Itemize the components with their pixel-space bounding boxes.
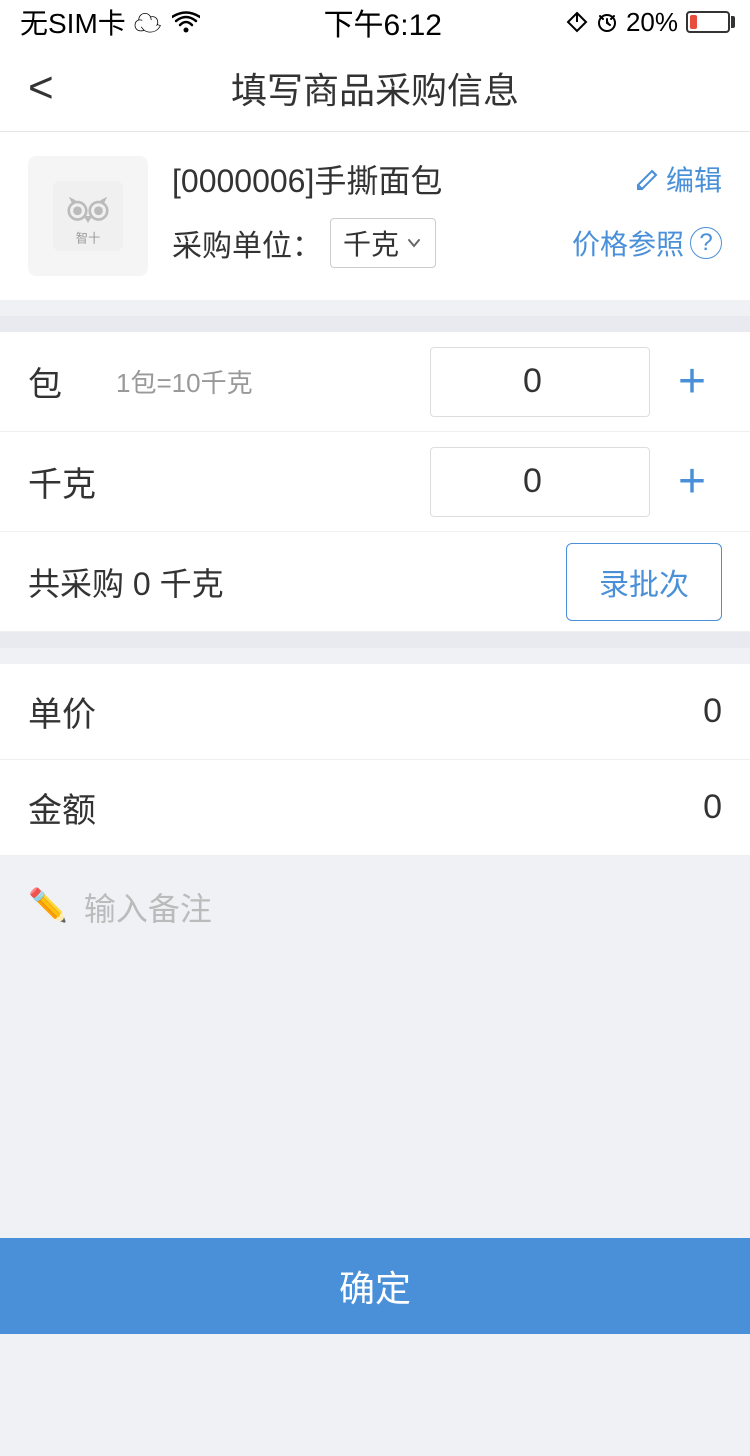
- amount-value: 0: [703, 788, 722, 827]
- price-ref-button[interactable]: 价格参照 ?: [572, 223, 722, 263]
- summary-text: 共采购 0 千克: [28, 559, 224, 605]
- edit-icon: [634, 165, 662, 193]
- unit-select[interactable]: 千克: [330, 218, 436, 268]
- quantity-form: 包 1包=10千克 + 千克 + 共采购 0 千克 录批次: [0, 332, 750, 632]
- amount-row: 金额 0: [0, 760, 750, 856]
- status-right: 20%: [566, 7, 730, 38]
- notes-section[interactable]: ✏️ 输入备注: [0, 856, 750, 1056]
- edit-label: 编辑: [666, 159, 722, 199]
- summary-unit: 千克: [160, 566, 224, 602]
- kg-plus-button[interactable]: +: [662, 452, 722, 512]
- status-bar: 无SIM卡 ☁ 下午6:12 20%: [0, 0, 750, 44]
- bag-plus-button[interactable]: +: [662, 352, 722, 412]
- location-icon: [566, 11, 588, 33]
- price-section: 单价 0 金额 0: [0, 664, 750, 856]
- brand-logo: 智十: [53, 181, 123, 251]
- confirm-button[interactable]: 确定: [0, 1238, 750, 1334]
- unit-price-value: 0: [703, 692, 722, 731]
- section-divider-2: [0, 632, 750, 648]
- chevron-down-icon: [405, 234, 423, 252]
- amount-label: 金额: [28, 783, 96, 832]
- bag-label: 包: [28, 357, 108, 406]
- unit-value: 千克: [343, 223, 399, 263]
- price-ref-label: 价格参照: [572, 223, 684, 263]
- product-info: [0000006]手撕面包 编辑 采购单位： 千克: [172, 156, 722, 268]
- sim-status: 无SIM卡 ☁: [20, 2, 162, 42]
- page-title: 填写商品采购信息: [231, 62, 519, 114]
- battery-icon: [686, 11, 730, 33]
- confirm-label: 确定: [339, 1260, 411, 1312]
- record-batch-button[interactable]: 录批次: [566, 543, 722, 621]
- product-name: [0000006]手撕面包: [172, 156, 442, 202]
- bag-input[interactable]: [430, 347, 650, 417]
- kg-row: 千克 +: [0, 432, 750, 532]
- status-left: 无SIM卡 ☁: [20, 2, 200, 42]
- product-image: 智十: [28, 156, 148, 276]
- kg-input[interactable]: [430, 447, 650, 517]
- svg-text:智十: 智十: [76, 230, 101, 245]
- unit-label: 采购单位：: [172, 221, 322, 265]
- status-time: 下午6:12: [324, 0, 442, 44]
- bag-row: 包 1包=10千克 +: [0, 332, 750, 432]
- wifi-icon: [172, 11, 200, 33]
- pencil-icon: ✏️: [28, 886, 68, 924]
- nav-bar: < 填写商品采购信息: [0, 44, 750, 132]
- product-card: 智十 [0000006]手撕面包 编辑 采购单位： 千克: [0, 132, 750, 300]
- help-icon: ?: [690, 227, 722, 259]
- summary-amount: 0: [133, 566, 151, 602]
- battery-percent: 20%: [626, 7, 678, 38]
- edit-button[interactable]: 编辑: [634, 159, 722, 199]
- back-button[interactable]: <: [28, 63, 54, 113]
- summary-prefix: 共采购: [28, 566, 124, 602]
- bag-sub-label: 1包=10千克: [116, 363, 253, 400]
- alarm-icon: [596, 11, 618, 33]
- summary-row: 共采购 0 千克 录批次: [0, 532, 750, 632]
- notes-placeholder: 输入备注: [84, 884, 212, 930]
- unit-price-label: 单价: [28, 687, 96, 736]
- unit-price-row: 单价 0: [0, 664, 750, 760]
- section-divider-1: [0, 316, 750, 332]
- kg-label: 千克: [28, 457, 108, 506]
